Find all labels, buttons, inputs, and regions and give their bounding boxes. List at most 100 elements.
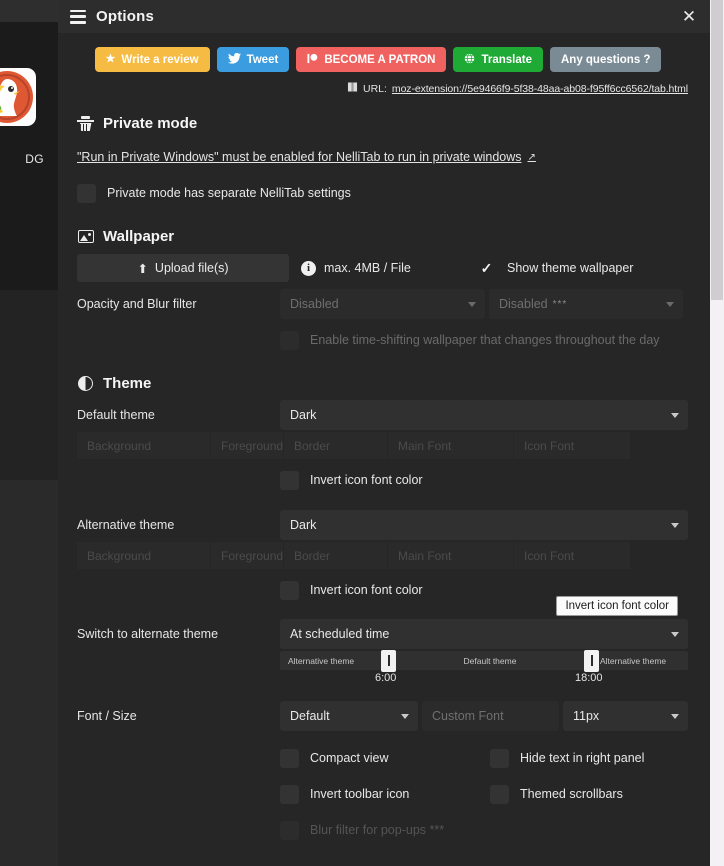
extension-url-link[interactable]: moz-extension://5e9466f9-5f38-48aa-ab08-… (392, 83, 688, 95)
custom-font-placeholder: Custom Font (432, 709, 504, 723)
default-invert-icon-font-row: Invert icon font color (68, 465, 688, 495)
page-scrollbar[interactable] (710, 0, 724, 866)
swatch-foreground[interactable]: Foreground (211, 542, 283, 569)
swatch-background[interactable]: Background (77, 432, 210, 459)
chevron-down-icon (671, 413, 679, 418)
swatch-foreground[interactable]: Foreground (211, 432, 283, 459)
custom-font-input[interactable]: Custom Font (422, 701, 559, 731)
swatch-main-font[interactable]: Main Font (388, 542, 513, 569)
alternative-theme-row: Alternative theme Dark (68, 510, 688, 540)
private-mode-separate-settings-checkbox[interactable] (77, 183, 96, 203)
theme-heading: Theme (103, 375, 152, 392)
default-invert-icon-font-label: Invert icon font color (310, 473, 423, 487)
translate-button[interactable]: Translate (453, 47, 543, 72)
chevron-down-icon (671, 632, 679, 637)
options-dialog: Options ✕ ★ Write a review Tweet BECOME … (58, 0, 710, 866)
swatch-background[interactable]: Background (77, 542, 210, 569)
close-icon[interactable]: ✕ (678, 6, 700, 28)
upload-files-button[interactable]: ⬆ Upload file(s) (77, 254, 289, 282)
themed-scrollbars-label: Themed scrollbars (520, 787, 623, 801)
tooltip: Invert icon font color (556, 596, 678, 616)
schedule-end-handle[interactable] (584, 649, 599, 672)
alternative-invert-icon-font-label: Invert icon font color (310, 583, 423, 597)
display-options-row-2: Invert toolbar icon Themed scrollbars (68, 779, 688, 809)
default-theme-row: Default theme Dark (68, 400, 688, 430)
swatch-icon-font[interactable]: Icon Font (514, 432, 630, 459)
schedule-times: 6:00 18:00 (280, 672, 688, 689)
invert-toolbar-icon-checkbox[interactable] (280, 784, 299, 804)
hide-text-right-panel-checkbox[interactable] (490, 748, 509, 768)
page-scrollbar-thumb[interactable] (711, 0, 723, 300)
mask-icon (77, 115, 94, 132)
strip-band-top (0, 0, 58, 22)
time-shift-label: Enable time-shifting wallpaper that chan… (310, 333, 660, 347)
schedule-track[interactable]: Alternative theme Default theme Alternat… (280, 649, 688, 672)
swatch-border[interactable]: Border (284, 432, 387, 459)
become-patron-button[interactable]: BECOME A PATRON (296, 47, 447, 72)
swatch-icon-font[interactable]: Icon Font (514, 542, 630, 569)
private-mode-separate-settings-label: Private mode has separate NelliTab setti… (107, 186, 351, 200)
tweet-button[interactable]: Tweet (216, 47, 290, 72)
private-mode-separate-settings-checkbox-row[interactable]: Private mode has separate NelliTab setti… (77, 183, 351, 203)
default-theme-select[interactable]: Dark (280, 400, 688, 430)
opacity-filter-value: Disabled (290, 297, 339, 311)
swatch-main-font[interactable]: Main Font (388, 432, 513, 459)
alternative-invert-icon-font-checkbox-row[interactable]: Invert icon font color (280, 580, 423, 600)
book-icon (347, 82, 358, 95)
show-theme-wallpaper-row[interactable]: ✓ Show theme wallpaper (477, 259, 634, 278)
upload-icon: ⬆ (137, 261, 148, 276)
blur-popups-checkbox-row[interactable]: Blur filter for pop-ups *** (280, 820, 444, 840)
time-shift-checkbox-row[interactable]: Enable time-shifting wallpaper that chan… (280, 330, 660, 350)
compact-view-checkbox-row[interactable]: Compact view (280, 748, 490, 768)
themed-scrollbars-checkbox-row[interactable]: Themed scrollbars (490, 784, 623, 804)
schedule-segment-mid: Default theme (463, 655, 517, 666)
screen: DG Options ✕ ★ Write a review Tweet BECO… (0, 0, 724, 866)
schedule-end-time: 18:00 (575, 672, 603, 684)
default-theme-swatch-row: Background Foreground Border Main Font I… (77, 432, 688, 459)
opacity-filter-select[interactable]: Disabled (280, 289, 485, 319)
schedule-segment-right: Alternative theme (600, 655, 667, 666)
hide-text-right-panel-label: Hide text in right panel (520, 751, 645, 765)
default-invert-icon-font-checkbox-row[interactable]: Invert icon font color (280, 470, 423, 490)
swatch-border[interactable]: Border (284, 542, 387, 569)
compact-view-checkbox[interactable] (280, 748, 299, 768)
wallpaper-heading: Wallpaper (103, 228, 175, 245)
themed-scrollbars-checkbox[interactable] (490, 784, 509, 804)
default-theme-value: Dark (290, 408, 317, 422)
switch-theme-select[interactable]: At scheduled time (280, 619, 688, 649)
show-theme-wallpaper-checkbox[interactable]: ✓ (477, 259, 496, 278)
time-shift-checkbox[interactable] (280, 330, 299, 350)
picture-icon (77, 228, 94, 245)
newtab-left-strip (0, 0, 58, 866)
any-questions-button[interactable]: Any questions ? (549, 47, 662, 72)
write-review-label: Write a review (121, 53, 199, 66)
font-size-select[interactable]: 11px (563, 701, 688, 731)
tweet-label: Tweet (246, 53, 279, 66)
alternative-theme-select[interactable]: Dark (280, 510, 688, 540)
theme-schedule: Alternative theme Default theme Alternat… (280, 649, 688, 689)
write-review-button[interactable]: ★ Write a review (94, 47, 210, 72)
switch-theme-row: Switch to alternate theme At scheduled t… (68, 596, 688, 649)
private-windows-note-link[interactable]: "Run in Private Windows" must be enabled… (77, 150, 536, 164)
duckduckgo-shortcut-icon[interactable] (0, 68, 36, 126)
blur-popups-checkbox[interactable] (280, 820, 299, 840)
schedule-start-handle[interactable] (381, 649, 396, 672)
blur-filter-select[interactable]: Disabled *** (489, 289, 683, 319)
upload-files-label: Upload file(s) (154, 261, 229, 275)
section-header-theme: Theme (77, 375, 688, 392)
hide-text-right-panel-checkbox-row[interactable]: Hide text in right panel (490, 748, 645, 768)
default-invert-icon-font-checkbox[interactable] (280, 470, 299, 490)
opacity-blur-row: Opacity and Blur filter Disabled Disable… (68, 289, 688, 319)
invert-toolbar-icon-checkbox-row[interactable]: Invert toolbar icon (280, 784, 490, 804)
switch-theme-label: Switch to alternate theme (77, 627, 219, 641)
font-family-select[interactable]: Default (280, 701, 418, 731)
opacity-blur-label: Opacity and Blur filter (77, 297, 197, 311)
alternative-theme-value: Dark (290, 518, 317, 532)
time-shift-row: Enable time-shifting wallpaper that chan… (68, 325, 688, 355)
alternative-invert-icon-font-checkbox[interactable] (280, 580, 299, 600)
strip-band-mid (0, 290, 58, 480)
chevron-down-icon (666, 302, 674, 307)
strip-band-bottom (0, 480, 58, 866)
info-icon: i (301, 260, 316, 276)
hamburger-icon (70, 9, 86, 24)
